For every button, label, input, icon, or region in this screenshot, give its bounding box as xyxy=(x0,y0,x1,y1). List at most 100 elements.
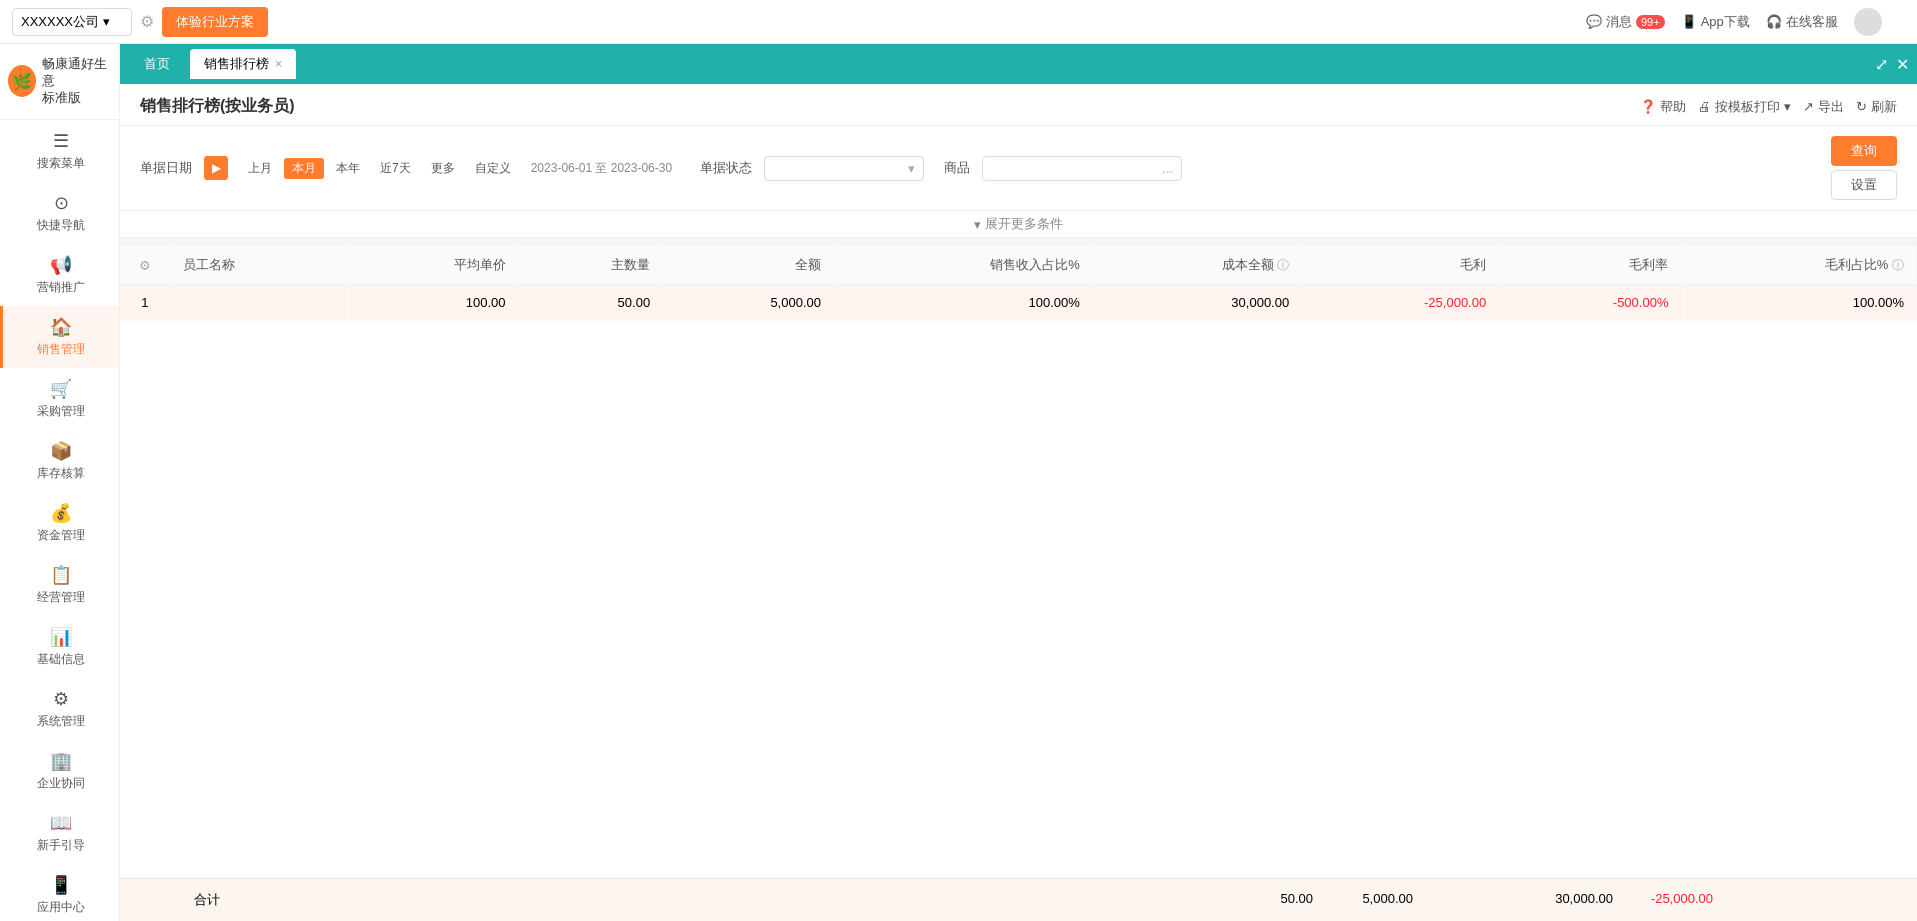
sidebar-item-app-center[interactable]: 📱 应用中心 xyxy=(0,864,119,921)
tab-close-icon[interactable]: × xyxy=(275,57,282,71)
expand-conditions-button[interactable]: ▾ 展开更多条件 xyxy=(974,215,1063,233)
sidebar-item-inventory[interactable]: 📦 库存核算 xyxy=(0,430,119,492)
page-header-actions: ❓ 帮助 🖨 按模板打印 ▾ ↗ 导出 ↻ 刷新 xyxy=(1640,98,1897,116)
company-name: XXXXXX公司 xyxy=(21,13,99,31)
expand-icon: ▾ xyxy=(974,217,981,232)
cell-employee xyxy=(170,285,344,321)
sidebar-item-finance[interactable]: 💰 资金管理 xyxy=(0,492,119,554)
cell-gross-pct: 100.00% xyxy=(1681,285,1917,321)
status-select[interactable]: ▾ xyxy=(764,156,924,181)
print-button[interactable]: 🖨 按模板打印 ▾ xyxy=(1698,98,1791,116)
guide-icon: 📖 xyxy=(50,812,72,834)
date-tab-current-year[interactable]: 本年 xyxy=(328,158,368,179)
sidebar-item-guide[interactable]: 📖 新手引导 xyxy=(0,802,119,864)
settings-button[interactable]: 设置 xyxy=(1831,170,1897,200)
sidebar: 🌿 畅康通好生意 标准版 ☰ 搜索菜单 ⊙ 快捷导航 📢 营销推广 🏠 销售管理… xyxy=(0,44,120,921)
col-cost: 成本全额 ⓘ xyxy=(1092,246,1301,285)
date-tab-7days[interactable]: 近7天 xyxy=(372,158,419,179)
tab-sales-ranking[interactable]: 销售排行榜 × xyxy=(190,49,296,79)
expand-bar: ▾ 展开更多条件 xyxy=(120,211,1917,238)
cell-avg-price: 100.00 xyxy=(344,285,518,321)
refresh-button[interactable]: ↻ 刷新 xyxy=(1856,98,1897,116)
sidebar-item-purchase[interactable]: 🛒 采购管理 xyxy=(0,368,119,430)
expand-label: 展开更多条件 xyxy=(985,215,1063,233)
col-settings: ⚙ xyxy=(120,246,170,285)
online-service-button[interactable]: 🎧 在线客服 xyxy=(1766,13,1838,31)
marketing-icon: 📢 xyxy=(50,254,72,276)
avatar[interactable] xyxy=(1854,8,1882,36)
page-content: 销售排行榜(按业务员) ❓ 帮助 🖨 按模板打印 ▾ ↗ 导出 xyxy=(120,84,1917,921)
col-amount: 全额 xyxy=(663,246,834,285)
app-download-label: App下载 xyxy=(1701,13,1750,31)
sidebar-item-enterprise[interactable]: 🏢 企业协同 xyxy=(0,740,119,802)
cell-gross-rate: -500.00% xyxy=(1499,285,1681,321)
table-container: ⚙ 员工名称 平均单价 主数量 全额 销售收入占比% 成本全额 ⓘ 毛利 xyxy=(120,246,1917,878)
sidebar-item-quick-nav[interactable]: ⊙ 快捷导航 xyxy=(0,182,119,244)
window-minimize-icon[interactable]: ⤢ xyxy=(1875,55,1888,74)
chevron-down-icon: ▾ xyxy=(103,14,110,29)
cell-main-qty: 50.00 xyxy=(518,285,663,321)
enterprise-icon: 🏢 xyxy=(50,750,72,772)
date-tab-custom[interactable]: 自定义 xyxy=(467,158,519,179)
page-title: 销售排行榜(按业务员) xyxy=(140,96,295,117)
col-gross-pct: 毛利占比% ⓘ xyxy=(1681,246,1917,285)
col-sales-pct: 销售收入占比% xyxy=(833,246,1092,285)
page-header: 销售排行榜(按业务员) ❓ 帮助 🖨 按模板打印 ▾ ↗ 导出 xyxy=(120,84,1917,126)
footer-amount: 5,000.00 xyxy=(1325,887,1425,913)
footer-empty xyxy=(132,887,182,913)
date-tab-current-month[interactable]: 本月 xyxy=(284,158,324,179)
export-button[interactable]: ↗ 导出 xyxy=(1803,98,1844,116)
sidebar-item-operations[interactable]: 📋 经营管理 xyxy=(0,554,119,616)
footer-gross-pct xyxy=(1815,887,1905,913)
goods-more-icon[interactable]: ... xyxy=(1162,161,1173,176)
basic-info-icon: 📊 xyxy=(50,626,72,648)
quick-nav-icon: ⊙ xyxy=(54,192,69,214)
top-bar: XXXXXX公司 ▾ ⚙ 体验行业方案 💬 消息 99+ 📱 App下载 🎧 在… xyxy=(0,0,1917,44)
footer-main-qty: 50.00 xyxy=(1245,887,1325,913)
table-row[interactable]: 1 100.00 50.00 5,000.00 100.00% 30,000.0… xyxy=(120,285,1917,321)
company-selector[interactable]: XXXXXX公司 ▾ xyxy=(12,8,132,36)
sidebar-logo: 🌿 畅康通好生意 标准版 xyxy=(0,44,119,120)
export-icon: ↗ xyxy=(1803,99,1814,114)
sidebar-item-basic-info[interactable]: 📊 基础信息 xyxy=(0,616,119,678)
collapse-icon: ▶ xyxy=(212,161,221,175)
logo-text: 畅康通好生意 标准版 xyxy=(42,56,111,107)
col-avg-price: 平均单价 xyxy=(344,246,518,285)
date-tabs: 上月 本月 本年 近7天 更多 自定义 xyxy=(240,158,519,179)
sidebar-item-marketing[interactable]: 📢 营销推广 xyxy=(0,244,119,306)
service-icon: 🎧 xyxy=(1766,14,1782,29)
footer-cost: 30,000.00 xyxy=(1525,887,1625,913)
sidebar-item-system[interactable]: ⚙ 系统管理 xyxy=(0,678,119,740)
help-button[interactable]: ❓ 帮助 xyxy=(1640,98,1686,116)
goods-input[interactable]: ... xyxy=(982,156,1182,181)
search-menu-icon: ☰ xyxy=(53,130,69,152)
cell-gross: -25,000.00 xyxy=(1302,285,1499,321)
sidebar-item-search[interactable]: ☰ 搜索菜单 xyxy=(0,120,119,182)
trial-button[interactable]: 体验行业方案 xyxy=(162,7,268,37)
tab-bar-actions: ⤢ ✕ xyxy=(1875,55,1909,74)
user-name[interactable] xyxy=(1898,14,1905,29)
column-settings-icon[interactable]: ⚙ xyxy=(139,258,151,273)
refresh-icon: ↻ xyxy=(1856,99,1867,114)
search-button[interactable]: 查询 xyxy=(1831,136,1897,166)
tab-bar: 首页 销售排行榜 × ⤢ ✕ xyxy=(120,44,1917,84)
sales-ranking-table: ⚙ 员工名称 平均单价 主数量 全额 销售收入占比% 成本全额 ⓘ 毛利 xyxy=(120,246,1917,321)
print-icon: 🖨 xyxy=(1698,99,1711,114)
date-label: 单据日期 xyxy=(140,159,192,177)
cell-amount: 5,000.00 xyxy=(663,285,834,321)
date-tab-more[interactable]: 更多 xyxy=(423,158,463,179)
filter-collapse-btn[interactable]: ▶ xyxy=(204,156,228,180)
status-chevron-icon: ▾ xyxy=(908,161,915,176)
gear-settings-icon[interactable]: ⚙ xyxy=(140,12,154,31)
messages-button[interactable]: 💬 消息 99+ xyxy=(1586,13,1665,31)
date-range: 2023-06-01 至 2023-06-30 xyxy=(531,160,672,177)
table-body: 1 100.00 50.00 5,000.00 100.00% 30,000.0… xyxy=(120,285,1917,321)
window-close-icon[interactable]: ✕ xyxy=(1896,55,1909,74)
date-tab-last-month[interactable]: 上月 xyxy=(240,158,280,179)
sidebar-item-sales[interactable]: 🏠 销售管理 xyxy=(0,306,119,368)
footer-gross-rate xyxy=(1725,887,1815,913)
app-download-button[interactable]: 📱 App下载 xyxy=(1681,13,1750,31)
gross-pct-info-icon[interactable]: ⓘ xyxy=(1892,258,1904,272)
cost-info-icon[interactable]: ⓘ xyxy=(1277,258,1289,272)
tab-home[interactable]: 首页 xyxy=(128,49,186,79)
